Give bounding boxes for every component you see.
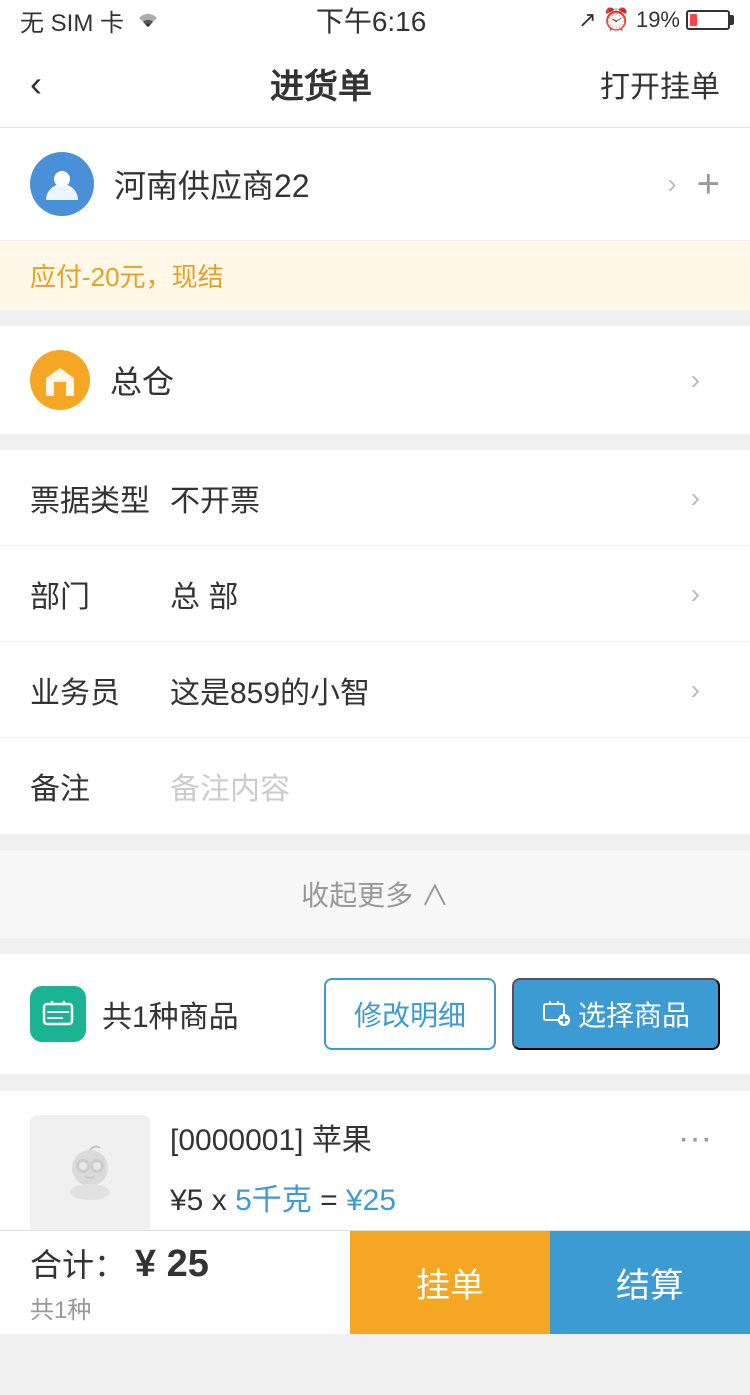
notice-text: 应付-20元，现结 bbox=[30, 262, 224, 292]
checkout-button[interactable]: 结算 bbox=[550, 1231, 750, 1334]
product-x: x bbox=[212, 1184, 235, 1217]
products-header: 共1种商品 修改明细 选择商品 bbox=[0, 954, 750, 1075]
dept-label: 部门 bbox=[30, 572, 150, 616]
notice-bar: 应付-20元，现结 bbox=[0, 241, 750, 310]
page-title: 进货单 bbox=[270, 59, 372, 108]
location-icon: ↗ bbox=[578, 7, 596, 33]
warehouse-section: 总仓 › bbox=[0, 326, 750, 434]
product-total: ¥25 bbox=[346, 1184, 396, 1217]
open-hang-button[interactable]: 打开挂单 bbox=[600, 62, 720, 106]
carrier-label: 无 SIM 卡 bbox=[20, 3, 124, 38]
product-info: [0000001] 苹果 ¥5 x 5千克 = ¥25 bbox=[170, 1115, 650, 1219]
product-title: 苹果 bbox=[312, 1124, 372, 1157]
invoice-row[interactable]: 票据类型 不开票 › bbox=[0, 450, 750, 546]
remark-input[interactable]: 备注内容 bbox=[150, 764, 720, 808]
collapse-toggle[interactable]: 收起更多 ∧ bbox=[0, 850, 750, 938]
nav-bar: ‹ 进货单 打开挂单 bbox=[0, 40, 750, 128]
remark-row[interactable]: 备注 备注内容 bbox=[0, 738, 750, 834]
product-unit-price: ¥5 bbox=[170, 1184, 203, 1217]
product-price-row: ¥5 x 5千克 = ¥25 bbox=[170, 1175, 650, 1219]
sales-row[interactable]: 业务员 这是859的小智 › bbox=[0, 642, 750, 738]
product-more-button[interactable]: ··· bbox=[670, 1115, 720, 1162]
sales-value: 这是859的小智 bbox=[150, 668, 691, 712]
invoice-chevron-icon: › bbox=[691, 482, 700, 514]
products-count: 共1种商品 bbox=[102, 992, 324, 1036]
form-section: 票据类型 不开票 › 部门 总 部 › 业务员 这是859的小智 › 备注 备注… bbox=[0, 450, 750, 834]
remark-label: 备注 bbox=[30, 764, 150, 808]
sales-chevron-icon: › bbox=[691, 674, 700, 706]
warehouse-chevron-icon: › bbox=[691, 364, 700, 396]
supplier-section: 河南供应商22 › + 应付-20元，现结 bbox=[0, 128, 750, 310]
warehouse-row[interactable]: 总仓 › bbox=[0, 326, 750, 434]
battery-percent: 19% bbox=[636, 7, 680, 33]
bottom-bar: 合计： ¥ 25 共1种 挂单 结算 bbox=[0, 1230, 750, 1334]
invoice-value: 不开票 bbox=[150, 476, 691, 520]
add-button[interactable]: + bbox=[697, 162, 720, 207]
total-label: 合计： bbox=[30, 1247, 126, 1283]
sales-label: 业务员 bbox=[30, 668, 150, 712]
status-left: 无 SIM 卡 bbox=[20, 3, 164, 38]
products-icon bbox=[30, 986, 86, 1042]
products-section: 共1种商品 修改明细 选择商品 bbox=[0, 954, 750, 1075]
product-thumbnail bbox=[30, 1115, 150, 1235]
product-qty: 5千克 bbox=[235, 1184, 312, 1217]
total-amount: ¥ 25 bbox=[135, 1243, 209, 1285]
select-goods-button[interactable]: 选择商品 bbox=[512, 978, 720, 1050]
status-bar: 无 SIM 卡 下午6:16 ↗ ⏰ 19% bbox=[0, 0, 750, 40]
wifi-icon bbox=[132, 9, 164, 31]
total-main: 合计： ¥ 25 bbox=[30, 1240, 320, 1286]
dept-row[interactable]: 部门 总 部 › bbox=[0, 546, 750, 642]
warehouse-name: 总仓 bbox=[110, 357, 691, 403]
dept-value: 总 部 bbox=[150, 572, 691, 616]
status-right: ↗ ⏰ 19% bbox=[578, 7, 730, 33]
alarm-icon: ⏰ bbox=[603, 7, 630, 33]
supplier-chevron-icon: › bbox=[667, 168, 676, 200]
battery-icon bbox=[686, 10, 730, 30]
product-equals: = bbox=[320, 1184, 346, 1217]
status-time: 下午6:16 bbox=[316, 0, 427, 40]
total-section: 合计： ¥ 25 共1种 bbox=[0, 1231, 350, 1334]
product-code: [0000001] bbox=[170, 1124, 303, 1157]
product-name: [0000001] 苹果 bbox=[170, 1115, 650, 1159]
total-sub: 共1种 bbox=[30, 1290, 320, 1325]
hang-button[interactable]: 挂单 bbox=[350, 1231, 550, 1334]
supplier-row[interactable]: 河南供应商22 › + bbox=[0, 128, 750, 241]
supplier-name: 河南供应商22 bbox=[114, 161, 667, 207]
invoice-label: 票据类型 bbox=[30, 476, 150, 520]
supplier-avatar bbox=[30, 152, 94, 216]
edit-detail-button[interactable]: 修改明细 bbox=[324, 978, 496, 1050]
dept-chevron-icon: › bbox=[691, 578, 700, 610]
select-goods-label: 选择商品 bbox=[578, 994, 690, 1034]
collapse-label: 收起更多 ∧ bbox=[301, 880, 449, 911]
warehouse-icon bbox=[30, 350, 90, 410]
back-button[interactable]: ‹ bbox=[30, 63, 42, 105]
